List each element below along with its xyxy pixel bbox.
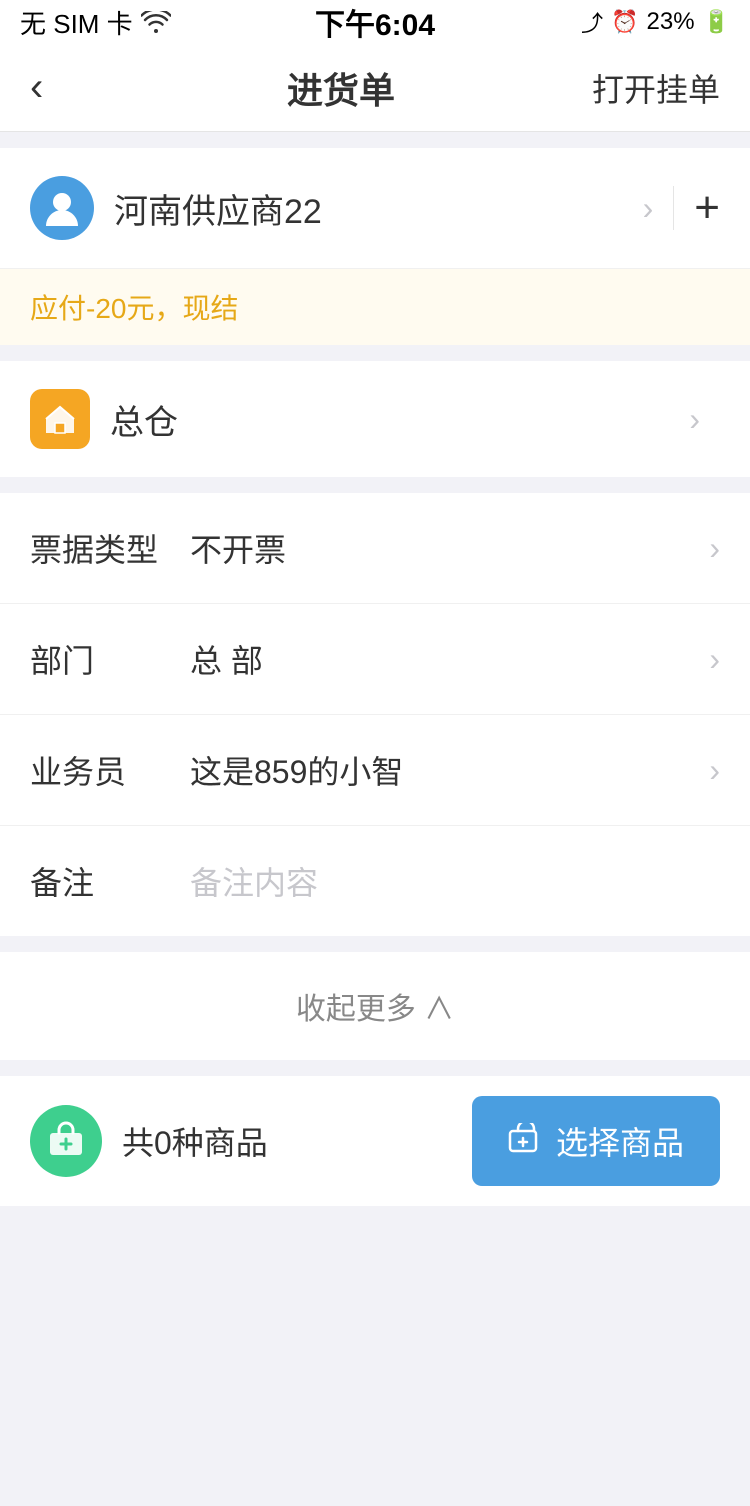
back-button[interactable]: ‹ [30,65,90,110]
salesperson-label: 业务员 [30,747,170,793]
cart-icon [508,1123,544,1159]
form-section: 票据类型 不开票 › 部门 总 部 › 业务员 这是859的小智 › 备注 备注… [0,493,750,936]
add-button[interactable]: + [673,186,720,230]
supplier-name: 河南供应商22 [114,184,643,233]
supplier-row[interactable]: 河南供应商22 › + [0,148,750,269]
department-value: 总 部 [170,636,709,682]
page-title: 进货单 [287,62,395,114]
department-label: 部门 [30,636,170,682]
bottom-bar: 共0种商品 选择商品 [0,1076,750,1206]
open-pending-button[interactable]: 打开挂单 [592,65,720,111]
salesperson-row[interactable]: 业务员 这是859的小智 › [0,715,750,826]
warehouse-icon [30,389,90,449]
collapse-button[interactable]: 收起更多 ∧ [0,952,750,1060]
department-row[interactable]: 部门 总 部 › [0,604,750,715]
select-product-button[interactable]: 选择商品 [472,1096,720,1186]
warehouse-row[interactable]: 总仓 › [0,361,750,477]
supplier-card: 河南供应商22 › + 应付-20元，现结 [0,148,750,345]
warehouse-chevron-icon: › [689,401,700,438]
nav-bar: ‹ 进货单 打开挂单 [0,44,750,132]
status-right: ⤴ ⏰ 23% 🔋 [581,6,730,38]
select-btn-label: 选择商品 [556,1118,684,1164]
invoice-type-chevron-icon: › [709,530,720,567]
battery-percent: 23% [647,8,695,36]
alarm-icon: ⏰ [611,9,638,35]
remark-label: 备注 [30,858,170,904]
collapse-label: 收起更多 ∧ [296,993,454,1026]
department-chevron-icon: › [709,641,720,678]
product-count-label: 共0种商品 [122,1118,452,1164]
supplier-chevron-icon: › [643,190,654,227]
notice-text: 应付-20元，现结 [30,293,238,324]
invoice-type-value: 不开票 [170,525,709,571]
remark-value[interactable]: 备注内容 [170,858,720,904]
status-left: 无 SIM 卡 [20,4,171,41]
battery-icon: 🔋 [703,9,730,35]
wifi-icon [141,11,171,33]
status-time: 下午6:04 [315,0,435,44]
salesperson-chevron-icon: › [709,752,720,789]
salesperson-value: 这是859的小智 [170,747,709,793]
warehouse-name: 总仓 [110,395,689,444]
product-icon [30,1105,102,1177]
location-icon: ⤴ [581,6,603,38]
notice-bar: 应付-20元，现结 [0,269,750,345]
status-bar: 无 SIM 卡 下午6:04 ⤴ ⏰ 23% 🔋 [0,0,750,44]
carrier-label: 无 SIM 卡 [20,4,133,41]
remark-row[interactable]: 备注 备注内容 [0,826,750,936]
invoice-type-label: 票据类型 [30,525,170,571]
invoice-type-row[interactable]: 票据类型 不开票 › [0,493,750,604]
main-content: 河南供应商22 › + 应付-20元，现结 总仓 › 票据类型 不开票 › 部门 [0,132,750,1506]
supplier-avatar [30,176,94,240]
gray-area [0,1206,750,1506]
